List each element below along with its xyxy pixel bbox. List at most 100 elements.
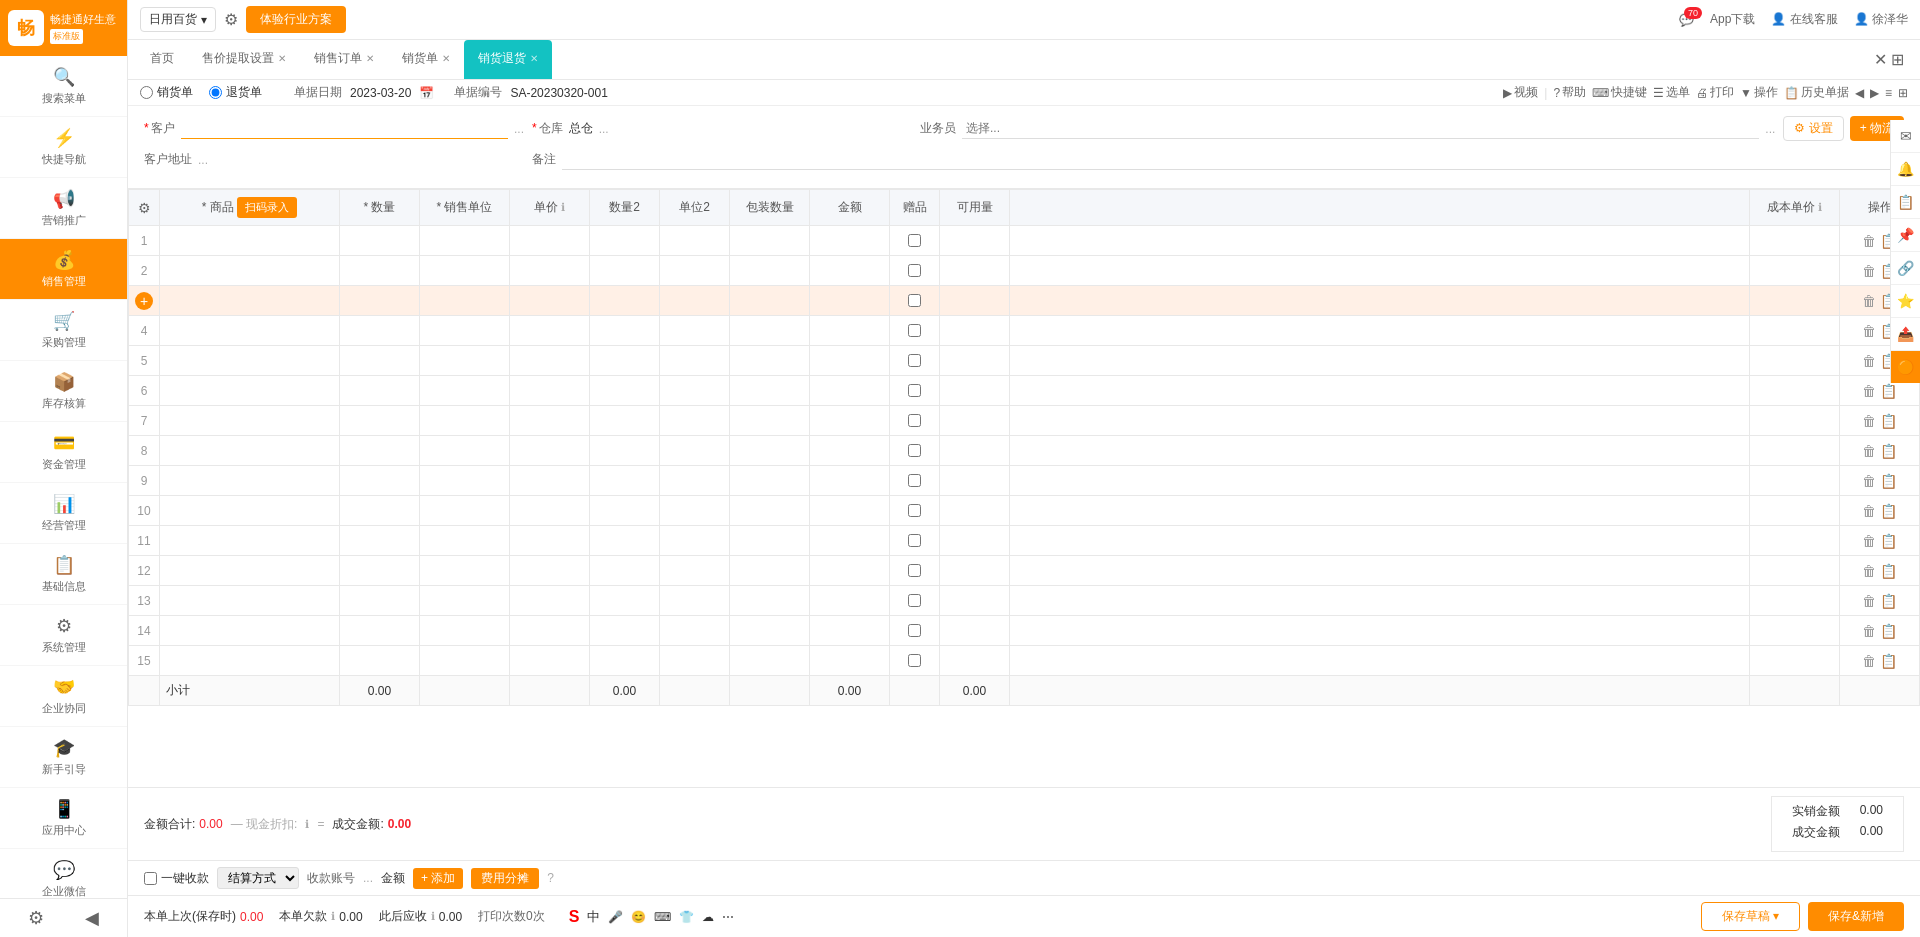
qty2-cell-14[interactable] (590, 616, 660, 646)
amount-cell-3[interactable] (810, 286, 890, 316)
gift-cell-10[interactable] (890, 496, 940, 526)
qty-cell-15[interactable] (340, 646, 420, 676)
sidebar-item-quicknav[interactable]: ⚡快捷导航 (0, 117, 127, 178)
salesman-dots[interactable]: ... (1765, 122, 1775, 136)
cost-cell-9[interactable] (1750, 466, 1840, 496)
gift-cell-7[interactable] (890, 406, 940, 436)
qty-cell-7[interactable] (340, 406, 420, 436)
amount-cell-6[interactable] (810, 376, 890, 406)
sidebar-item-marketing[interactable]: 📢营销推广 (0, 178, 127, 239)
account-link[interactable]: 收款账号 (307, 870, 355, 887)
tab-sales-return[interactable]: 销货退货✕ (464, 40, 552, 79)
product-input-3[interactable] (166, 293, 333, 308)
save-new-button[interactable]: 保存&新增 (1808, 902, 1904, 931)
tab-close-price-settings[interactable]: ✕ (278, 53, 286, 64)
price-cell-14[interactable] (510, 616, 590, 646)
add-payment-btn[interactable]: + 添加 (413, 868, 463, 889)
tab-close-sales-delivery[interactable]: ✕ (442, 53, 450, 64)
delete-icon-2[interactable]: 🗑 (1862, 263, 1876, 279)
price-cell-5[interactable] (510, 346, 590, 376)
list-view-btn[interactable]: ≡ (1885, 86, 1892, 100)
cost-cell-11[interactable] (1750, 526, 1840, 556)
sidebar-item-enterprise[interactable]: 🤝企业协同 (0, 666, 127, 727)
tab-expand[interactable]: ⊞ (1891, 50, 1904, 69)
avail-cell-11[interactable] (940, 526, 1010, 556)
copy-icon-6[interactable]: 📋 (1880, 383, 1897, 399)
gift-cell-9[interactable] (890, 466, 940, 496)
product-cell-13[interactable] (160, 586, 340, 616)
pack-cell-8[interactable] (730, 436, 810, 466)
gift-check-10[interactable] (908, 504, 921, 517)
product-input-10[interactable] (166, 503, 333, 518)
unit-cell-1[interactable] (420, 226, 510, 256)
gift-check-14[interactable] (908, 624, 921, 637)
avail-cell-8[interactable] (940, 436, 1010, 466)
unit2-cell-15[interactable] (660, 646, 730, 676)
qty2-cell-15[interactable] (590, 646, 660, 676)
unit-cell-6[interactable] (420, 376, 510, 406)
sidebar-item-basic[interactable]: 📋基础信息 (0, 544, 127, 605)
tab-sales-order[interactable]: 销售订单✕ (300, 40, 388, 79)
copy-icon-11[interactable]: 📋 (1880, 533, 1897, 549)
avail-cell-9[interactable] (940, 466, 1010, 496)
qty-cell-14[interactable] (340, 616, 420, 646)
product-input-7[interactable] (166, 413, 333, 428)
avail-cell-5[interactable] (940, 346, 1010, 376)
product-cell-7[interactable] (160, 406, 340, 436)
gift-check-15[interactable] (908, 654, 921, 667)
amount-cell-7[interactable] (810, 406, 890, 436)
unit2-cell-3[interactable] (660, 286, 730, 316)
price-cell-13[interactable] (510, 586, 590, 616)
grid-view-btn[interactable]: ⊞ (1898, 86, 1908, 100)
qty-cell-5[interactable] (340, 346, 420, 376)
product-cell-11[interactable] (160, 526, 340, 556)
amount-cell-13[interactable] (810, 586, 890, 616)
account-dots[interactable]: ... (363, 871, 373, 885)
save-draft-button[interactable]: 保存草稿 ▾ (1701, 902, 1800, 931)
price-cell-1[interactable] (510, 226, 590, 256)
collapse-icon[interactable]: ◀ (85, 907, 99, 929)
amount-cell-1[interactable] (810, 226, 890, 256)
product-cell-1[interactable] (160, 226, 340, 256)
price-cell-3[interactable] (510, 286, 590, 316)
qty-cell-6[interactable] (340, 376, 420, 406)
notification-icon[interactable]: 💬 70 (1679, 13, 1694, 27)
right-panel-btn-6[interactable]: ⭐ (1891, 285, 1920, 318)
right-panel-btn-4[interactable]: 📌 (1891, 219, 1920, 252)
product-input-6[interactable] (166, 383, 333, 398)
qty-cell-11[interactable] (340, 526, 420, 556)
qty2-cell-3[interactable] (590, 286, 660, 316)
amount-cell-10[interactable] (810, 496, 890, 526)
gift-cell-14[interactable] (890, 616, 940, 646)
gift-check-2[interactable] (908, 264, 921, 277)
date-value[interactable]: 2023-03-20 (350, 86, 411, 100)
pack-cell-10[interactable] (730, 496, 810, 526)
pack-cell-7[interactable] (730, 406, 810, 436)
product-input-4[interactable] (166, 323, 333, 338)
unit2-cell-12[interactable] (660, 556, 730, 586)
delete-icon-13[interactable]: 🗑 (1862, 593, 1876, 609)
qty-cell-4[interactable] (340, 316, 420, 346)
unit2-cell-11[interactable] (660, 526, 730, 556)
cost-cell-7[interactable] (1750, 406, 1840, 436)
pack-cell-4[interactable] (730, 316, 810, 346)
right-panel-btn-1[interactable]: ✉ (1891, 120, 1920, 153)
product-cell-10[interactable] (160, 496, 340, 526)
qty-cell-12[interactable] (340, 556, 420, 586)
product-cell-8[interactable] (160, 436, 340, 466)
product-cell-5[interactable] (160, 346, 340, 376)
right-panel-btn-5[interactable]: 🔗 (1891, 252, 1920, 285)
amount-cell-15[interactable] (810, 646, 890, 676)
delete-icon-8[interactable]: 🗑 (1862, 443, 1876, 459)
payment-help-icon[interactable]: ? (547, 871, 554, 885)
copy-icon-9[interactable]: 📋 (1880, 473, 1897, 489)
amount-cell-4[interactable] (810, 316, 890, 346)
gift-cell-1[interactable] (890, 226, 940, 256)
keyboard-icon[interactable]: ⌨ (654, 910, 671, 924)
pack-cell-9[interactable] (730, 466, 810, 496)
history-link[interactable]: 📋 历史单据 (1784, 84, 1849, 101)
select-link[interactable]: ☰ 选单 (1653, 84, 1690, 101)
gift-cell-12[interactable] (890, 556, 940, 586)
unit2-cell-5[interactable] (660, 346, 730, 376)
qty-cell-3[interactable] (340, 286, 420, 316)
